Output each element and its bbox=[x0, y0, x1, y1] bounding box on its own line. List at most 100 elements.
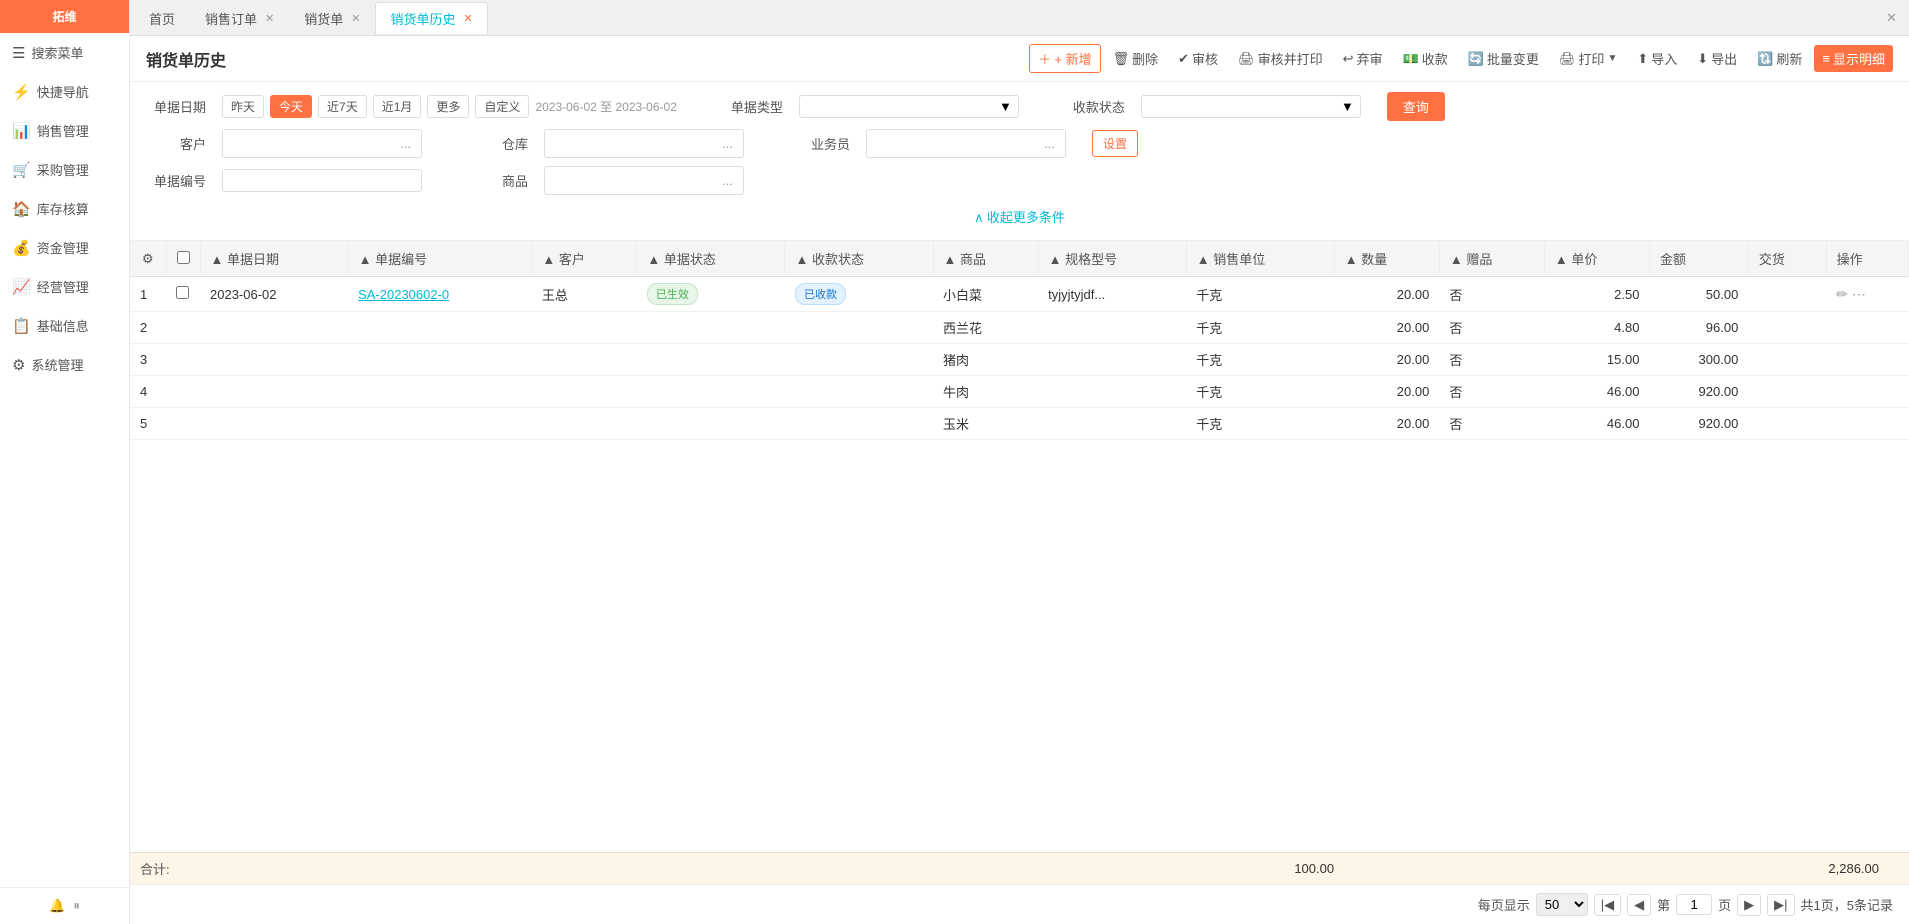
refresh-icon: 🔃 bbox=[1757, 51, 1773, 67]
salesperson-input[interactable] bbox=[873, 133, 1040, 154]
tab-sales-order-close[interactable]: ✕ bbox=[265, 12, 274, 25]
col-checkbox[interactable] bbox=[166, 241, 200, 277]
col-doc-status[interactable]: ▲ 单据状态 bbox=[637, 241, 785, 277]
col-doc-number[interactable]: ▲ 单据编号 bbox=[348, 241, 532, 277]
print-button[interactable]: 🖨 打印 ▼ bbox=[1551, 45, 1625, 72]
warehouse-ellipsis[interactable]: ... bbox=[718, 136, 737, 151]
tab-sales-history-close[interactable]: ✕ bbox=[464, 12, 473, 25]
total-info: 共1页，5条记录 bbox=[1801, 895, 1893, 914]
date-btn-1month[interactable]: 近1月 bbox=[373, 95, 422, 118]
sidebar-item-inventory[interactable]: 🏠 库存核算 bbox=[0, 189, 129, 228]
col-settings[interactable]: ⚙ bbox=[130, 241, 166, 277]
date-btn-7days[interactable]: 近7天 bbox=[318, 95, 367, 118]
import-button[interactable]: ⬆ 导入 bbox=[1629, 45, 1685, 72]
sidebar-bottom-icon2[interactable]: ⏸ bbox=[73, 898, 80, 914]
cell-spec-type bbox=[1038, 344, 1186, 376]
show-detail-button[interactable]: ≡ 显示明细 bbox=[1814, 45, 1893, 72]
doc-number-input[interactable] bbox=[222, 169, 422, 192]
sidebar-item-quick-nav[interactable]: ⚡ 快捷导航 bbox=[0, 72, 129, 111]
prev-page-btn[interactable]: ◀ bbox=[1627, 894, 1651, 916]
settings-button[interactable]: 设置 bbox=[1092, 130, 1138, 157]
last-page-btn[interactable]: ▶| bbox=[1767, 894, 1794, 916]
col-spec-type[interactable]: ▲ 规格型号 bbox=[1038, 241, 1186, 277]
col-sales-unit[interactable]: ▲ 销售单位 bbox=[1186, 241, 1334, 277]
cell-doc-date bbox=[200, 408, 348, 440]
col-qty[interactable]: ▲ 数量 bbox=[1334, 241, 1439, 277]
tab-sales-order[interactable]: 销售订单 ✕ bbox=[190, 2, 289, 34]
tab-sales-delivery-close[interactable]: ✕ bbox=[351, 12, 360, 25]
customer-input[interactable] bbox=[229, 133, 396, 154]
edit-action-icon[interactable]: ✏ bbox=[1836, 286, 1848, 303]
cell-sales-unit: 千克 bbox=[1186, 344, 1334, 376]
cell-row-num: 2 bbox=[130, 312, 166, 344]
cell-doc-status bbox=[637, 312, 785, 344]
collect-status-select[interactable]: ▼ bbox=[1141, 95, 1361, 118]
sidebar-bottom-icon1[interactable]: 🔔 bbox=[49, 898, 65, 914]
abandon-button[interactable]: ↩ 弃审 bbox=[1335, 45, 1391, 72]
cell-amount: 920.00 bbox=[1649, 376, 1748, 408]
cell-checkbox[interactable] bbox=[166, 277, 200, 312]
col-doc-date[interactable]: ▲ 单据日期 bbox=[200, 241, 348, 277]
batch-change-button[interactable]: 🔄 批量变更 bbox=[1460, 45, 1547, 72]
cell-doc-number: SA-20230602-0 bbox=[348, 277, 532, 312]
tab-home[interactable]: 首页 bbox=[134, 2, 190, 34]
pagination: 每页显示 50 100 200 |◀ ◀ 第 页 ▶ ▶| 共1页，5条记录 bbox=[130, 884, 1909, 924]
audit-print-button[interactable]: 🖨 审核并打印 bbox=[1230, 45, 1331, 72]
sidebar-item-sales-mgmt[interactable]: 📊 销售管理 bbox=[0, 111, 129, 150]
cell-sales-unit: 千克 bbox=[1186, 312, 1334, 344]
tab-sales-order-label: 销售订单 bbox=[205, 9, 257, 28]
sidebar-item-operation-mgmt[interactable]: 📈 经营管理 bbox=[0, 267, 129, 306]
date-btn-more[interactable]: 更多 bbox=[427, 95, 469, 118]
date-btn-today[interactable]: 今天 bbox=[270, 95, 312, 118]
cell-checkbox[interactable] bbox=[166, 344, 200, 376]
col-customer[interactable]: ▲ 客户 bbox=[532, 241, 637, 277]
salesperson-ellipsis[interactable]: ... bbox=[1040, 136, 1059, 151]
cell-checkbox[interactable] bbox=[166, 408, 200, 440]
doc-number-link[interactable]: SA-20230602-0 bbox=[358, 287, 449, 302]
row-checkbox[interactable] bbox=[176, 286, 189, 299]
cell-sales-unit: 千克 bbox=[1186, 277, 1334, 312]
sidebar-item-search-menu[interactable]: ☰ 搜索菜单 bbox=[0, 33, 129, 72]
customer-ellipsis[interactable]: ... bbox=[396, 136, 415, 151]
batch-change-icon: 🔄 bbox=[1468, 51, 1484, 67]
select-all-checkbox[interactable] bbox=[177, 251, 190, 264]
data-table: ⚙ ▲ 单据日期 ▲ 单据编号 ▲ 客户 ▲ 单据状态 ▲ 收款状态 ▲ 商品 … bbox=[130, 241, 1909, 440]
col-collect-status[interactable]: ▲ 收款状态 bbox=[785, 241, 933, 277]
cell-amount: 96.00 bbox=[1649, 312, 1748, 344]
col-goods[interactable]: ▲ 商品 bbox=[933, 241, 1038, 277]
next-page-btn[interactable]: ▶ bbox=[1737, 894, 1761, 916]
refresh-button[interactable]: 🔃 刷新 bbox=[1749, 45, 1810, 72]
page-number-input[interactable] bbox=[1676, 894, 1712, 915]
new-button[interactable]: ＋ + 新增 bbox=[1029, 44, 1100, 73]
date-btn-yesterday[interactable]: 昨天 bbox=[222, 95, 264, 118]
col-unit-price[interactable]: ▲ 单价 bbox=[1544, 241, 1649, 277]
print-icon: 🖨 bbox=[1559, 51, 1576, 67]
audit-icon: ✔ bbox=[1178, 51, 1189, 67]
warehouse-input[interactable] bbox=[551, 133, 718, 154]
query-button[interactable]: 查询 bbox=[1387, 92, 1445, 121]
collapse-conditions-btn[interactable]: ∧ 收起更多条件 bbox=[146, 203, 1893, 230]
tabs-bar-close-btn[interactable]: ✕ bbox=[1878, 10, 1905, 26]
col-gift[interactable]: ▲ 赠品 bbox=[1439, 241, 1544, 277]
sidebar-item-finance-mgmt[interactable]: 💰 资金管理 bbox=[0, 228, 129, 267]
goods-ellipsis[interactable]: ... bbox=[718, 173, 737, 188]
collect-button[interactable]: 💵 收款 bbox=[1395, 45, 1456, 72]
sidebar-item-purchase-mgmt[interactable]: 🛒 采购管理 bbox=[0, 150, 129, 189]
export-button[interactable]: ⬇ 导出 bbox=[1689, 45, 1745, 72]
tab-sales-history[interactable]: 销货单历史 ✕ bbox=[375, 2, 487, 34]
first-page-btn[interactable]: |◀ bbox=[1594, 894, 1621, 916]
per-page-select[interactable]: 50 100 200 bbox=[1536, 893, 1588, 916]
cell-checkbox[interactable] bbox=[166, 376, 200, 408]
date-btn-custom[interactable]: 自定义 bbox=[475, 95, 529, 118]
salesperson-filter-label: 业务员 bbox=[790, 134, 850, 153]
sidebar-item-sys-mgmt[interactable]: ⚙ 系统管理 bbox=[0, 345, 129, 384]
audit-button[interactable]: ✔ 审核 bbox=[1170, 45, 1226, 72]
goods-input[interactable] bbox=[551, 170, 718, 191]
doc-type-select[interactable]: ▼ bbox=[799, 95, 1019, 118]
collapse-icon: ∧ bbox=[974, 210, 984, 225]
cell-checkbox[interactable] bbox=[166, 312, 200, 344]
more-action-icon[interactable]: ⋯ bbox=[1852, 286, 1866, 303]
sidebar-item-basic-info[interactable]: 📋 基础信息 bbox=[0, 306, 129, 345]
tab-sales-delivery[interactable]: 销货单 ✕ bbox=[289, 2, 375, 34]
delete-button[interactable]: 🗑 删除 bbox=[1105, 45, 1167, 72]
